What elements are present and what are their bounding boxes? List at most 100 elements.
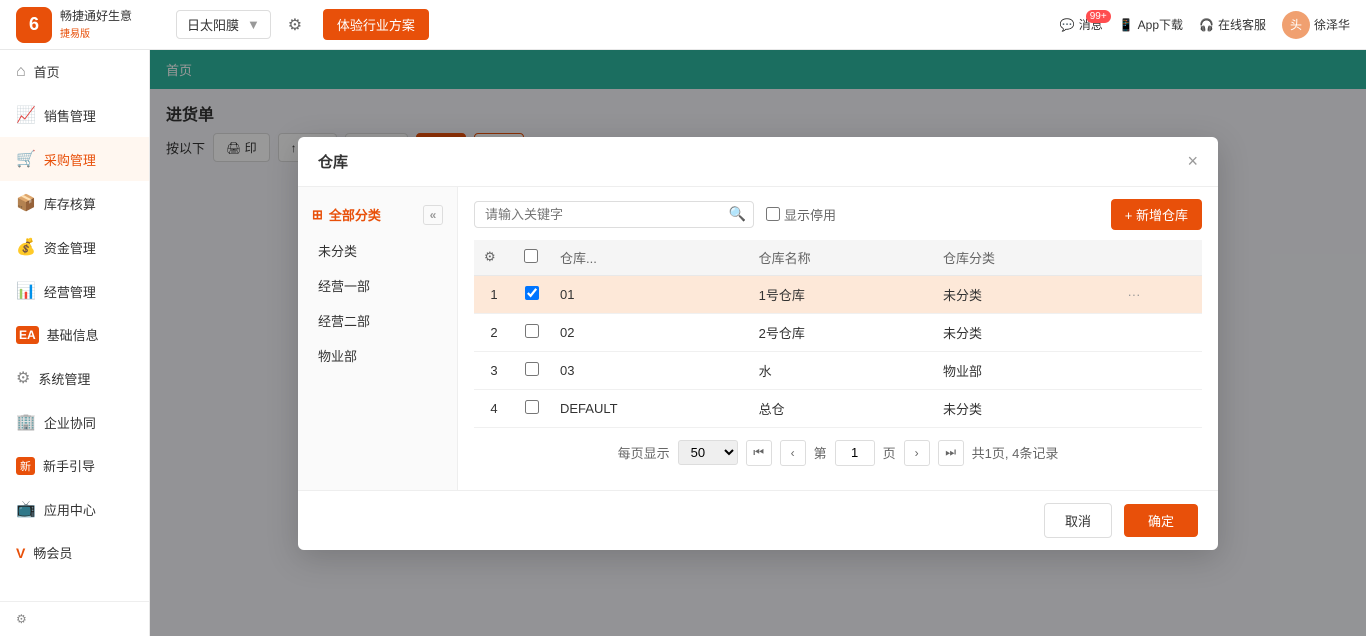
row-checkbox[interactable]: [525, 362, 539, 376]
sidebar-item-label: 系统管理: [38, 369, 90, 388]
table-row: 3 03 水 物业部: [474, 351, 1202, 389]
sidebar-item-home[interactable]: ⌂ 首页: [0, 50, 149, 93]
sidebar-item-member[interactable]: V 畅会员: [0, 531, 149, 574]
category-item-ops1[interactable]: 经营一部: [298, 268, 457, 303]
sidebar-item-label: 企业协同: [44, 413, 96, 432]
sidebar-item-purchase[interactable]: 🛒 采购管理: [0, 137, 149, 181]
row-num: 2: [474, 313, 514, 351]
sidebar-item-label: 库存核算: [44, 194, 96, 213]
store-selector[interactable]: 日太阳膜 ▼: [176, 10, 271, 39]
sidebar-item-app-center[interactable]: 📺 应用中心: [0, 487, 149, 531]
add-warehouse-button[interactable]: + 新增仓库: [1111, 199, 1202, 230]
row-checkbox[interactable]: [525, 324, 539, 338]
per-page-select[interactable]: 50 100 200: [678, 440, 738, 465]
sidebar-item-label: 首页: [34, 62, 60, 81]
sidebar-item-operations[interactable]: 📊 经营管理: [0, 269, 149, 313]
app-download-item[interactable]: 📱 App下载: [1119, 16, 1183, 33]
warehouse-table: ⚙ 仓库... 仓库名称 仓库分类: [474, 240, 1202, 428]
row-name: 1号仓库: [749, 275, 933, 313]
phone-icon: 📱: [1119, 18, 1134, 32]
page-number-input[interactable]: [835, 440, 875, 466]
col-code-header: 仓库...: [550, 240, 749, 276]
modal-overlay: 仓库 × ⊞ 全部分类 « 未分类 经营一部 经营二部: [150, 50, 1366, 636]
per-page-label: 每页显示: [618, 443, 670, 462]
total-label: 共1页, 4条记录: [972, 443, 1059, 462]
collapse-button[interactable]: «: [423, 205, 443, 225]
select-all-checkbox[interactable]: [524, 249, 538, 263]
sidebar-item-sales[interactable]: 📈 销售管理: [0, 93, 149, 137]
row-name: 2号仓库: [749, 313, 933, 351]
table-row: 4 DEFAULT 总仓 未分类: [474, 389, 1202, 427]
enterprise-icon: 🏢: [16, 412, 36, 432]
row-category: 未分类: [933, 275, 1117, 313]
sidebar-item-system[interactable]: ⚙ 系统管理: [0, 356, 149, 400]
logo-area: 6 畅捷通好生意 捷易版: [16, 7, 166, 43]
show-disabled-label[interactable]: 显示停用: [766, 205, 836, 224]
sidebar-item-label: 基础信息: [47, 325, 99, 344]
all-categories-item[interactable]: ⊞ 全部分类 «: [298, 197, 457, 233]
system-icon: ⚙: [16, 368, 30, 388]
category-sidebar: ⊞ 全部分类 « 未分类 经营一部 经营二部 物业部: [298, 187, 458, 490]
show-disabled-checkbox[interactable]: [766, 207, 780, 221]
page-suffix: 页: [883, 443, 896, 462]
row-code: 03: [550, 351, 749, 389]
sidebar-item-enterprise[interactable]: 🏢 企业协同: [0, 400, 149, 444]
sidebar-item-label: 采购管理: [44, 150, 96, 169]
base-info-icon: EA: [16, 326, 39, 344]
table-toolbar: 🔍 显示停用 + 新增仓库: [474, 199, 1202, 230]
category-item-unclassified[interactable]: 未分类: [298, 233, 457, 268]
message-icon: 💬: [1060, 18, 1075, 32]
sidebar-item-label: 销售管理: [44, 106, 96, 125]
search-icon[interactable]: 🔍: [729, 206, 746, 223]
sidebar-item-label: 经营管理: [44, 282, 96, 301]
category-item-property[interactable]: 物业部: [298, 338, 457, 373]
settings-icon[interactable]: ⚙: [279, 9, 311, 41]
cancel-button[interactable]: 取消: [1044, 503, 1112, 538]
row-checkbox[interactable]: [525, 286, 539, 300]
col-name-header: 仓库名称: [749, 240, 933, 276]
operations-icon: 📊: [16, 281, 36, 301]
grid-icon: ⊞: [312, 207, 323, 223]
search-wrap: 🔍: [474, 201, 754, 228]
row-code: DEFAULT: [550, 389, 749, 427]
sidebar-item-finance[interactable]: 💰 资金管理: [0, 225, 149, 269]
row-code: 01: [550, 275, 749, 313]
col-category-header: 仓库分类: [933, 240, 1117, 276]
avatar: 头: [1282, 11, 1310, 39]
page-label: 第: [814, 443, 827, 462]
row-category: 未分类: [933, 313, 1117, 351]
header-right: 💬 消息 99+ 📱 App下载 🎧 在线客服 头 徐泽华: [1060, 11, 1350, 39]
last-page-button[interactable]: ⏭: [938, 440, 964, 466]
search-input[interactable]: [474, 201, 754, 228]
table-area: 🔍 显示停用 + 新增仓库 ⚙: [458, 187, 1218, 490]
col-settings-header[interactable]: ⚙: [474, 240, 514, 276]
row-checkbox[interactable]: [525, 400, 539, 414]
sidebar-settings-btn[interactable]: ⚙: [0, 602, 149, 636]
sidebar-item-base-info[interactable]: EA 基础信息: [0, 313, 149, 356]
trial-button[interactable]: 体验行业方案: [323, 9, 429, 40]
prev-page-button[interactable]: ‹: [780, 440, 806, 466]
table-row: 1 01 1号仓库 未分类 ···: [474, 275, 1202, 313]
headset-icon: 🎧: [1199, 18, 1214, 32]
more-actions-button[interactable]: ···: [1127, 287, 1140, 302]
row-num: 1: [474, 275, 514, 313]
sidebar-item-label: 新手引导: [43, 456, 95, 475]
table-header-row: ⚙ 仓库... 仓库名称 仓库分类: [474, 240, 1202, 276]
row-category: 未分类: [933, 389, 1117, 427]
sidebar-item-label: 应用中心: [44, 500, 96, 519]
close-button[interactable]: ×: [1187, 151, 1198, 172]
customer-service-item[interactable]: 🎧 在线客服: [1199, 16, 1266, 33]
first-page-button[interactable]: ⏮: [746, 440, 772, 466]
confirm-button[interactable]: 确定: [1124, 504, 1198, 537]
messages-item[interactable]: 💬 消息 99+: [1060, 16, 1103, 33]
user-item[interactable]: 头 徐泽华: [1282, 11, 1350, 39]
next-page-button[interactable]: ›: [904, 440, 930, 466]
sidebar-item-guide[interactable]: 新 新手引导: [0, 444, 149, 487]
row-actions: ···: [1117, 275, 1202, 313]
modal-header: 仓库 ×: [298, 137, 1218, 187]
row-actions: [1117, 389, 1202, 427]
category-item-ops2[interactable]: 经营二部: [298, 303, 457, 338]
row-name: 总仓: [749, 389, 933, 427]
sidebar-item-inventory[interactable]: 📦 库存核算: [0, 181, 149, 225]
modal-body: ⊞ 全部分类 « 未分类 经营一部 经营二部 物业部: [298, 187, 1218, 490]
